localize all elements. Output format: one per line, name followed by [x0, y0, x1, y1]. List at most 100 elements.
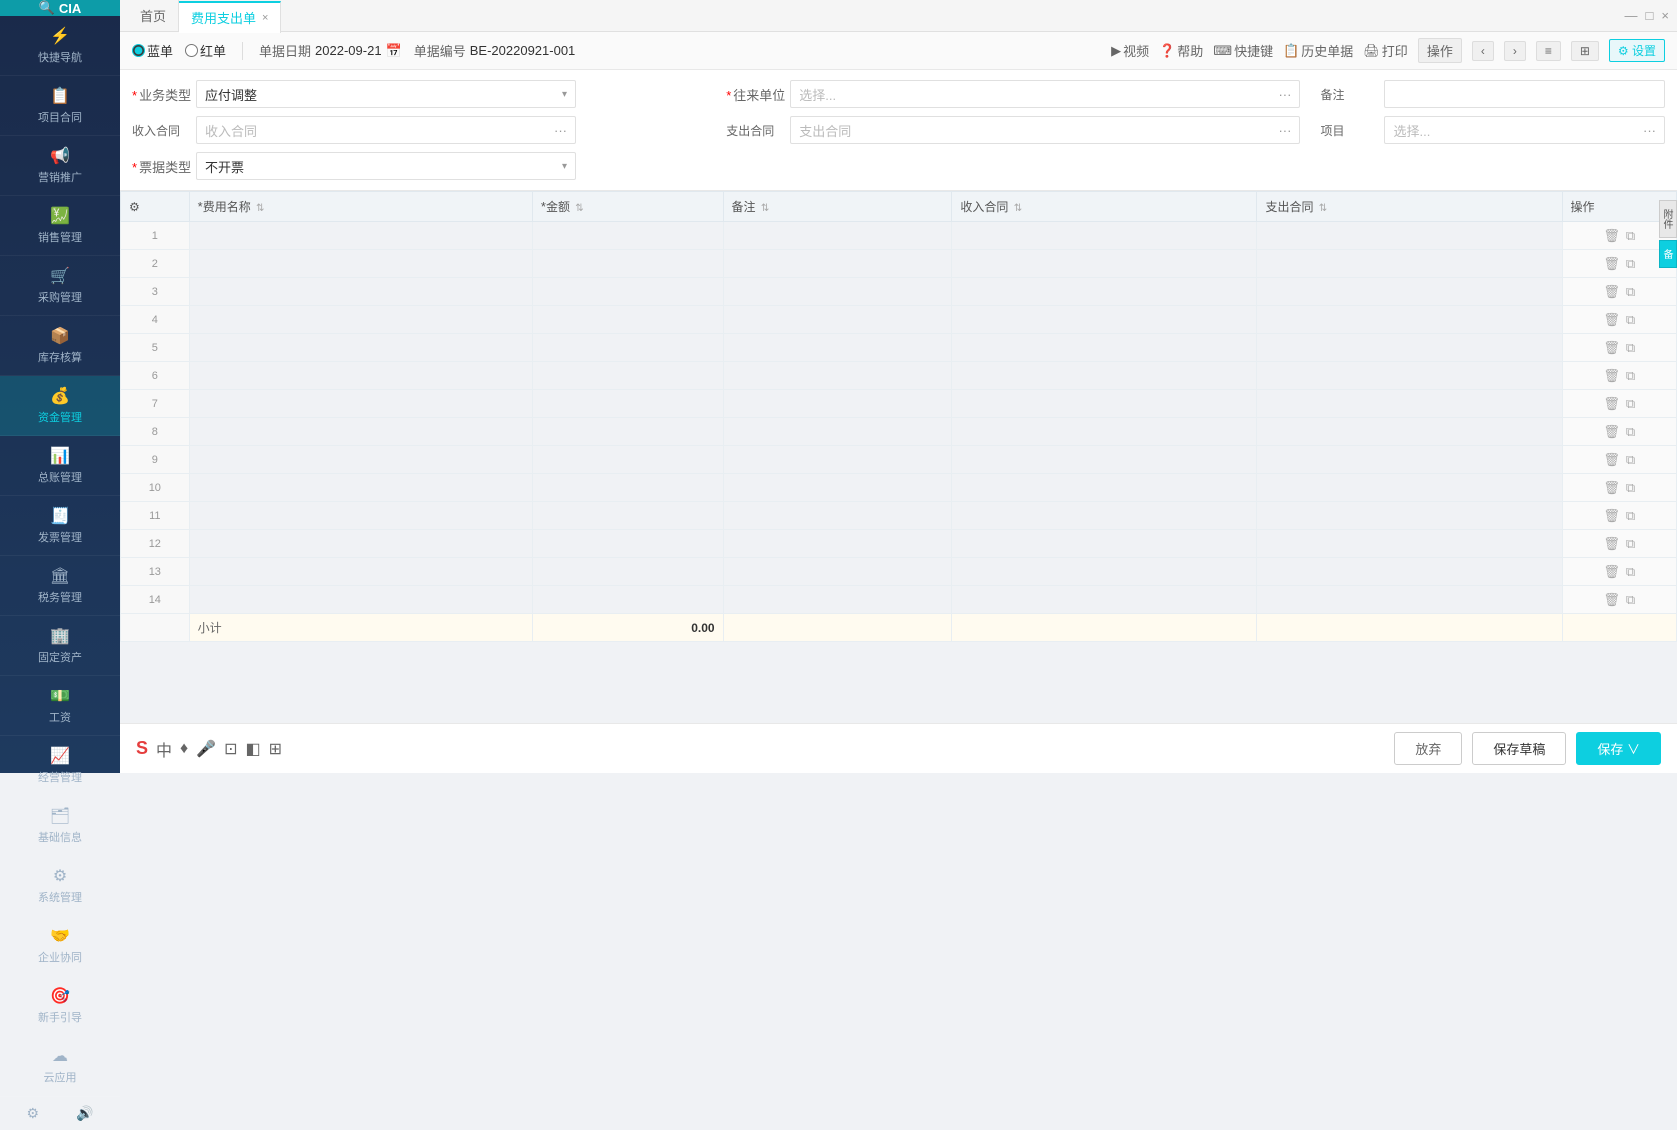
income-sort-icon[interactable]: ⇅: [1014, 203, 1022, 214]
row-income-6[interactable]: [952, 362, 1257, 390]
row-expense-6[interactable]: [1257, 362, 1562, 390]
row-income-3[interactable]: [952, 278, 1257, 306]
counterpart-input[interactable]: 选择... ···: [790, 80, 1300, 108]
sidebar-item-salary[interactable]: 💵工资: [0, 676, 120, 736]
row-expense-2[interactable]: [1257, 250, 1562, 278]
copy-icon-4[interactable]: ⧉: [1626, 312, 1635, 328]
shortcuts-btn[interactable]: ⌨ 快捷键: [1213, 41, 1273, 60]
row-note-10[interactable]: [723, 474, 952, 502]
row-expense-14[interactable]: [1257, 586, 1562, 614]
tab-close-expense-bill[interactable]: ×: [262, 12, 268, 24]
table-col-gear[interactable]: ⚙: [121, 192, 190, 222]
row-income-5[interactable]: [952, 334, 1257, 362]
sidebar-item-tax[interactable]: 🏛税务管理: [0, 556, 120, 616]
next-btn[interactable]: ›: [1504, 41, 1526, 61]
row-amount-8[interactable]: [532, 418, 723, 446]
help-btn[interactable]: ❓ 帮助: [1159, 41, 1203, 60]
diamond-icon[interactable]: ♦: [180, 740, 188, 758]
layout-icon[interactable]: ◧: [246, 739, 261, 759]
invoice-type-input[interactable]: 不开票 ▾: [196, 152, 576, 180]
operations-btn[interactable]: 操作: [1418, 38, 1462, 63]
copy-icon-7[interactable]: ⧉: [1626, 396, 1635, 412]
row-name-4[interactable]: [189, 306, 532, 334]
date-value[interactable]: 2022-09-21: [315, 43, 382, 58]
zhong-icon[interactable]: 中: [156, 737, 172, 761]
row-amount-12[interactable]: [532, 530, 723, 558]
row-expense-4[interactable]: [1257, 306, 1562, 334]
save-draft-button[interactable]: 保存草稿: [1472, 732, 1566, 765]
row-name-6[interactable]: [189, 362, 532, 390]
tab-expense-bill[interactable]: 费用支出单×: [179, 1, 281, 33]
delete-icon-6[interactable]: 🗑: [1603, 368, 1620, 384]
delete-icon-7[interactable]: 🗑: [1603, 396, 1620, 412]
row-note-9[interactable]: [723, 446, 952, 474]
sidebar-item-sales[interactable]: 💹销售管理: [0, 196, 120, 256]
row-expense-7[interactable]: [1257, 390, 1562, 418]
row-amount-9[interactable]: [532, 446, 723, 474]
row-income-7[interactable]: [952, 390, 1257, 418]
note-sort-icon[interactable]: ⇅: [761, 203, 769, 214]
prev-btn[interactable]: ‹: [1472, 41, 1494, 61]
maximize-button[interactable]: □: [1646, 8, 1654, 23]
sidebar-item-invoice[interactable]: 🧾发票管理: [0, 496, 120, 556]
calendar-icon[interactable]: 📅: [386, 43, 402, 59]
row-amount-4[interactable]: [532, 306, 723, 334]
delete-icon-8[interactable]: 🗑: [1603, 424, 1620, 440]
row-note-7[interactable]: [723, 390, 952, 418]
row-amount-10[interactable]: [532, 474, 723, 502]
row-amount-6[interactable]: [532, 362, 723, 390]
row-amount-7[interactable]: [532, 390, 723, 418]
delete-icon-9[interactable]: 🗑: [1603, 452, 1620, 468]
row-note-8[interactable]: [723, 418, 952, 446]
bill-no-value[interactable]: BE-20220921-001: [470, 43, 576, 58]
row-amount-13[interactable]: [532, 558, 723, 586]
row-note-6[interactable]: [723, 362, 952, 390]
history-btn[interactable]: 📋 历史单据: [1283, 41, 1353, 60]
settings-button[interactable]: ⚙ 设置: [1609, 39, 1665, 62]
copy-icon-1[interactable]: ⧉: [1626, 228, 1635, 244]
row-name-8[interactable]: [189, 418, 532, 446]
save-button[interactable]: 保存 ∨: [1576, 732, 1661, 765]
expense-sort-icon[interactable]: ⇅: [1319, 203, 1327, 214]
row-expense-9[interactable]: [1257, 446, 1562, 474]
sidebar-item-marketing[interactable]: 📢营销推广: [0, 136, 120, 196]
volume-icon[interactable]: 🔊: [76, 1105, 93, 1122]
red-bill-radio-label[interactable]: 红单: [185, 41, 226, 60]
row-amount-2[interactable]: [532, 250, 723, 278]
close-button[interactable]: ×: [1661, 8, 1669, 23]
delete-icon-14[interactable]: 🗑: [1603, 592, 1620, 608]
row-expense-5[interactable]: [1257, 334, 1562, 362]
print-btn[interactable]: 🖨 打印: [1363, 41, 1408, 60]
row-note-3[interactable]: [723, 278, 952, 306]
tab-home[interactable]: 首页: [128, 0, 179, 32]
income-contract-input[interactable]: 收入合同 ···: [196, 116, 576, 144]
list-view-btn[interactable]: ≡: [1536, 41, 1561, 61]
row-income-8[interactable]: [952, 418, 1257, 446]
row-amount-1[interactable]: [532, 222, 723, 250]
video-btn[interactable]: ▶ 视频: [1111, 41, 1149, 60]
row-income-14[interactable]: [952, 586, 1257, 614]
sidebar-item-basic-info[interactable]: 🗂基础信息: [0, 796, 120, 856]
minimize-button[interactable]: —: [1625, 8, 1638, 23]
copy-icon-8[interactable]: ⧉: [1626, 424, 1635, 440]
copy-icon-14[interactable]: ⧉: [1626, 592, 1635, 608]
row-amount-14[interactable]: [532, 586, 723, 614]
row-expense-10[interactable]: [1257, 474, 1562, 502]
right-panel-btn-1[interactable]: 附件: [1659, 200, 1677, 238]
copy-icon-10[interactable]: ⧉: [1626, 480, 1635, 496]
grid-icon[interactable]: ⊞: [269, 739, 282, 759]
row-note-14[interactable]: [723, 586, 952, 614]
row-name-12[interactable]: [189, 530, 532, 558]
delete-icon-1[interactable]: 🗑: [1603, 228, 1620, 244]
sidebar-item-purchase[interactable]: 🛒采购管理: [0, 256, 120, 316]
amount-sort-icon[interactable]: ⇅: [575, 203, 583, 214]
delete-icon-4[interactable]: 🗑: [1603, 312, 1620, 328]
row-income-13[interactable]: [952, 558, 1257, 586]
row-expense-3[interactable]: [1257, 278, 1562, 306]
row-expense-1[interactable]: [1257, 222, 1562, 250]
delete-icon-12[interactable]: 🗑: [1603, 536, 1620, 552]
row-name-14[interactable]: [189, 586, 532, 614]
row-income-1[interactable]: [952, 222, 1257, 250]
row-name-3[interactable]: [189, 278, 532, 306]
sidebar-item-enterprise[interactable]: 🤝企业协同: [0, 916, 120, 976]
